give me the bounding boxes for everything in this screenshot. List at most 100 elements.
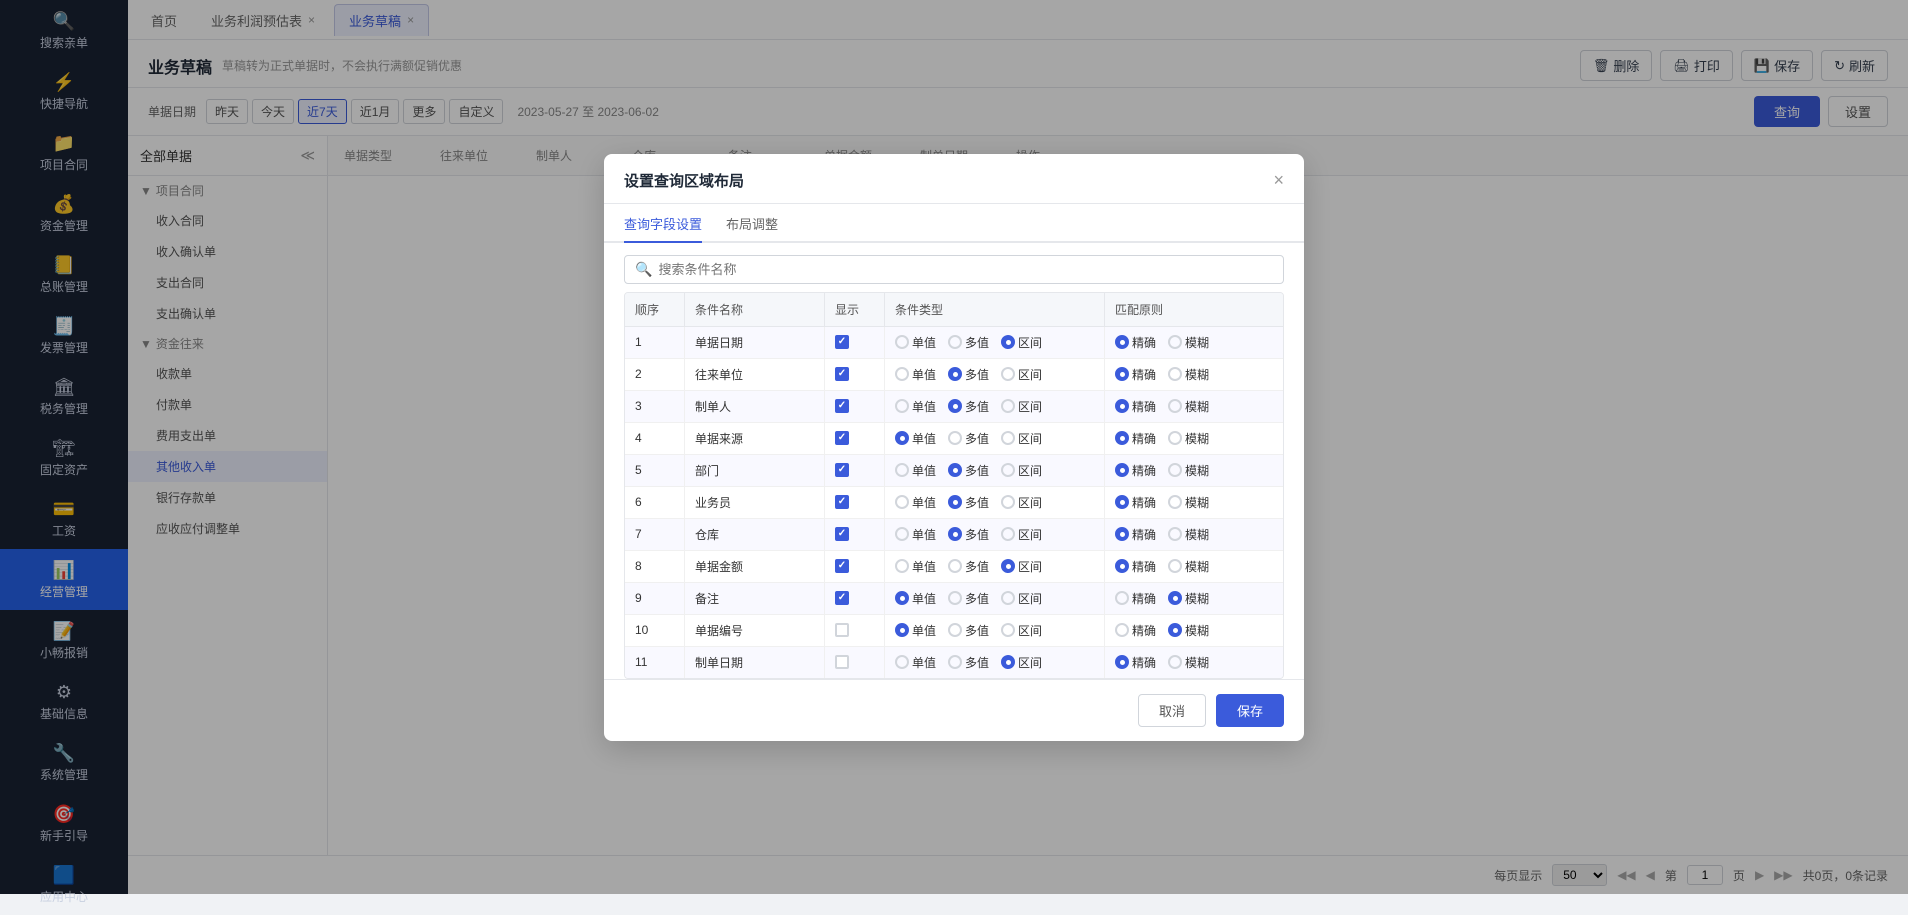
type-radio-multi-2[interactable]: 多值 [948,398,989,415]
row-show-1[interactable]: ✓ [825,359,885,390]
type-radio-single-7[interactable]: 单值 [895,558,936,575]
match-radio-fuzzy-7[interactable]: 模糊 [1168,558,1209,575]
row-show-8[interactable]: ✓ [825,583,885,614]
match-radio-fuzzy-3[interactable]: 模糊 [1168,430,1209,447]
checkbox-1[interactable]: ✓ [835,367,849,381]
row-show-9[interactable] [825,615,885,646]
checkbox-10[interactable] [835,655,849,669]
match-radio-fuzzy-9[interactable]: 模糊 [1168,622,1209,639]
table-row: 8单据金额✓单值多值区间精确模糊 [625,551,1283,583]
table-row: 11制单日期单值多值区间精确模糊 [625,647,1283,678]
row-show-10[interactable] [825,647,885,678]
row-order-8: 9 [625,583,685,614]
dialog-close-button[interactable]: × [1273,171,1284,189]
match-radio-exact-5[interactable]: 精确 [1115,494,1156,511]
checkbox-7[interactable]: ✓ [835,559,849,573]
type-radio-multi-3[interactable]: 多值 [948,430,989,447]
type-radio-single-3[interactable]: 单值 [895,430,936,447]
match-radio-exact-8[interactable]: 精确 [1115,590,1156,607]
type-radio-single-5[interactable]: 单值 [895,494,936,511]
search-input[interactable] [658,262,1273,277]
type-radio-multi-6[interactable]: 多值 [948,526,989,543]
match-circle-fuzzy-9 [1168,623,1182,637]
table-row: 3制单人✓单值多值区间精确模糊 [625,391,1283,423]
match-radio-fuzzy-1[interactable]: 模糊 [1168,366,1209,383]
match-radio-exact-1[interactable]: 精确 [1115,366,1156,383]
type-radio-multi-5[interactable]: 多值 [948,494,989,511]
row-order-5: 6 [625,487,685,518]
match-radio-exact-3[interactable]: 精确 [1115,430,1156,447]
type-radio-multi-1[interactable]: 多值 [948,366,989,383]
dialog-tab-layout[interactable]: 布局调整 [726,204,778,243]
cancel-button[interactable]: 取消 [1138,694,1206,727]
modal-overlay[interactable]: 设置查询区域布局 × 查询字段设置布局调整 🔍 顺序条件名称显示条件类型匹配原则… [0,0,1908,894]
table-row: 9备注✓单值多值区间精确模糊 [625,583,1283,615]
row-show-6[interactable]: ✓ [825,519,885,550]
match-radio-exact-6[interactable]: 精确 [1115,526,1156,543]
row-show-4[interactable]: ✓ [825,455,885,486]
type-radio-multi-0[interactable]: 多值 [948,334,989,351]
type-radio-single-1[interactable]: 单值 [895,366,936,383]
checkbox-8[interactable]: ✓ [835,591,849,605]
row-show-3[interactable]: ✓ [825,423,885,454]
row-match-7: 精确模糊 [1105,551,1284,582]
match-radio-fuzzy-8[interactable]: 模糊 [1168,590,1209,607]
type-radio-range-5[interactable]: 区间 [1001,494,1042,511]
row-show-5[interactable]: ✓ [825,487,885,518]
type-radio-range-10[interactable]: 区间 [1001,654,1042,671]
radio-circle-range-5 [1001,495,1015,509]
type-radio-range-2[interactable]: 区间 [1001,398,1042,415]
match-radio-fuzzy-6[interactable]: 模糊 [1168,526,1209,543]
type-radio-single-10[interactable]: 单值 [895,654,936,671]
type-radio-single-9[interactable]: 单值 [895,622,936,639]
type-radio-single-0[interactable]: 单值 [895,334,936,351]
match-radio-exact-7[interactable]: 精确 [1115,558,1156,575]
type-radio-multi-4[interactable]: 多值 [948,462,989,479]
type-radio-range-0[interactable]: 区间 [1001,334,1042,351]
row-match-6: 精确模糊 [1105,519,1284,550]
type-radio-single-4[interactable]: 单值 [895,462,936,479]
row-show-7[interactable]: ✓ [825,551,885,582]
dialog-save-button[interactable]: 保存 [1216,694,1284,727]
match-radio-exact-10[interactable]: 精确 [1115,654,1156,671]
radio-circle-range-2 [1001,399,1015,413]
type-radio-multi-10[interactable]: 多值 [948,654,989,671]
type-radio-single-6[interactable]: 单值 [895,526,936,543]
match-circle-fuzzy-7 [1168,559,1182,573]
type-radio-multi-7[interactable]: 多值 [948,558,989,575]
type-radio-range-4[interactable]: 区间 [1001,462,1042,479]
match-radio-exact-2[interactable]: 精确 [1115,398,1156,415]
search-box: 🔍 [624,255,1284,284]
radio-circle-multi-3 [948,431,962,445]
dt-head-条件类型: 条件类型 [885,293,1105,326]
row-show-2[interactable]: ✓ [825,391,885,422]
match-radio-exact-4[interactable]: 精确 [1115,462,1156,479]
match-radio-fuzzy-5[interactable]: 模糊 [1168,494,1209,511]
type-radio-single-2[interactable]: 单值 [895,398,936,415]
checkbox-2[interactable]: ✓ [835,399,849,413]
type-radio-range-9[interactable]: 区间 [1001,622,1042,639]
checkbox-5[interactable]: ✓ [835,495,849,509]
match-radio-exact-9[interactable]: 精确 [1115,622,1156,639]
type-radio-range-6[interactable]: 区间 [1001,526,1042,543]
match-radio-fuzzy-2[interactable]: 模糊 [1168,398,1209,415]
type-radio-multi-8[interactable]: 多值 [948,590,989,607]
type-radio-single-8[interactable]: 单值 [895,590,936,607]
checkbox-4[interactable]: ✓ [835,463,849,477]
row-show-0[interactable]: ✓ [825,327,885,358]
match-radio-fuzzy-4[interactable]: 模糊 [1168,462,1209,479]
type-radio-range-8[interactable]: 区间 [1001,590,1042,607]
radio-circle-multi-5 [948,495,962,509]
match-radio-fuzzy-10[interactable]: 模糊 [1168,654,1209,671]
type-radio-range-3[interactable]: 区间 [1001,430,1042,447]
checkbox-9[interactable] [835,623,849,637]
checkbox-6[interactable]: ✓ [835,527,849,541]
match-radio-exact-0[interactable]: 精确 [1115,334,1156,351]
type-radio-range-1[interactable]: 区间 [1001,366,1042,383]
checkbox-0[interactable]: ✓ [835,335,849,349]
checkbox-3[interactable]: ✓ [835,431,849,445]
dialog-tab-fields[interactable]: 查询字段设置 [624,204,702,243]
type-radio-multi-9[interactable]: 多值 [948,622,989,639]
match-radio-fuzzy-0[interactable]: 模糊 [1168,334,1209,351]
type-radio-range-7[interactable]: 区间 [1001,558,1042,575]
